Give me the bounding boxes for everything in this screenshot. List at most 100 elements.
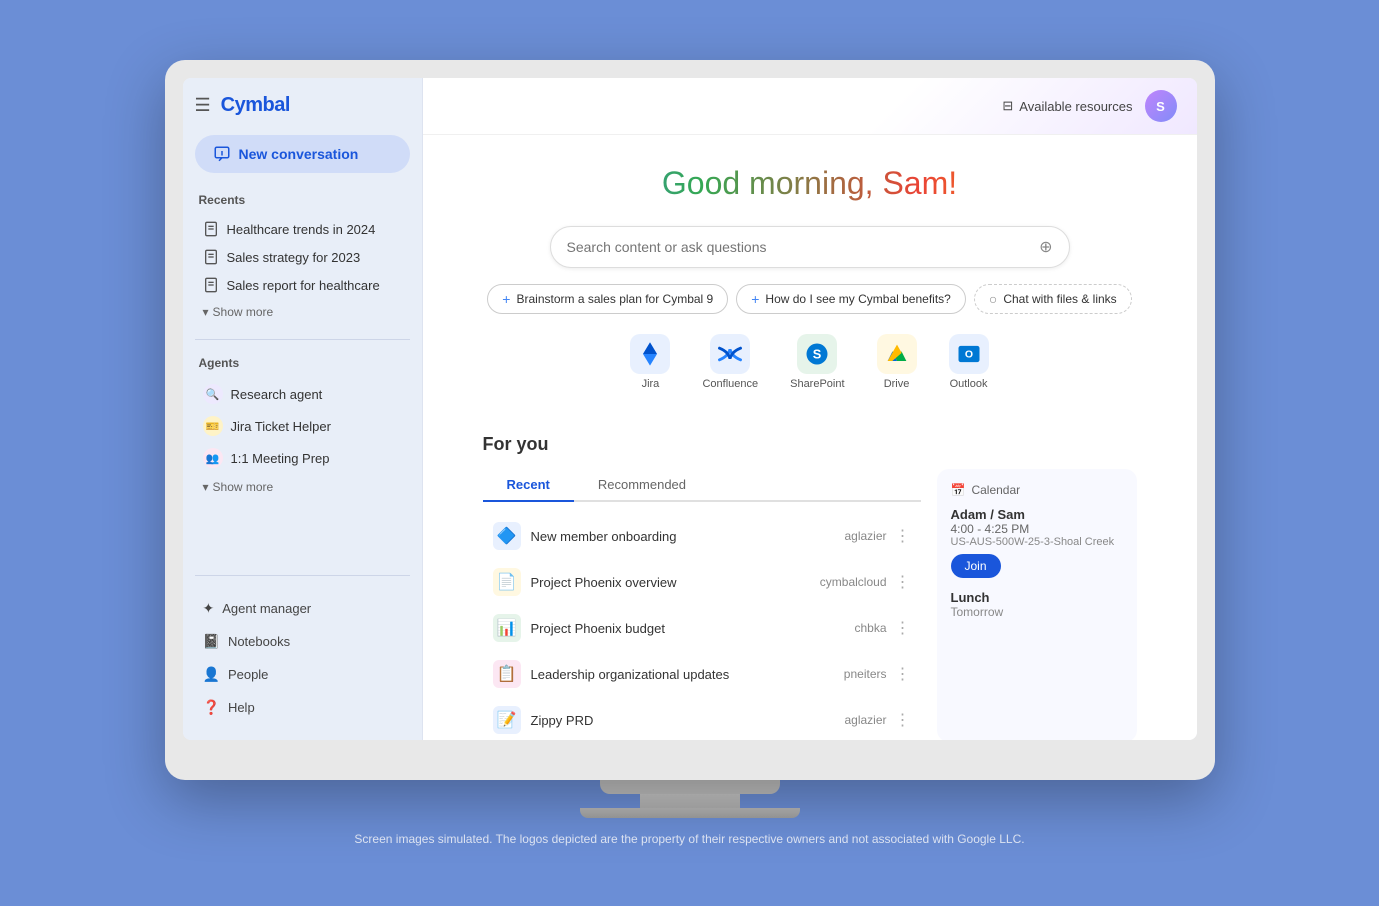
chip-2[interactable]: ○ Chat with files & links — [974, 284, 1132, 314]
for-you-section: For you Recent Recommended 🔷 — [423, 434, 1197, 740]
agent-label-2: 1:1 Meeting Prep — [231, 451, 330, 466]
doc-icon — [203, 221, 219, 237]
sidebar-item-recent-1[interactable]: Sales strategy for 2023 — [195, 243, 410, 271]
calendar-event-2: Lunch Tomorrow — [951, 590, 1123, 619]
file-more-3[interactable]: ⋮ — [895, 664, 911, 684]
file-name-4: Zippy PRD — [531, 713, 845, 728]
outlook-icon: O — [955, 340, 983, 368]
laptop-notch — [600, 780, 780, 794]
help-label: Help — [228, 700, 255, 715]
tab-recent[interactable]: Recent — [483, 469, 574, 502]
sidebar-item-agent-2[interactable]: 👥 1:1 Meeting Prep — [195, 442, 410, 474]
agent-label-1: Jira Ticket Helper — [231, 419, 331, 434]
for-you-layout: Recent Recommended 🔷 New member onboardi… — [483, 469, 1137, 740]
chip-1[interactable]: + How do I see my Cymbal benefits? — [736, 284, 966, 314]
app-jira[interactable]: Jira — [630, 334, 670, 390]
file-name-1: Project Phoenix overview — [531, 575, 820, 590]
sidebar-item-agent-0[interactable]: 🔍 Research agent — [195, 378, 410, 410]
cal-event-loc-1: US-AUS-500W-25-3-Shoal Creek — [951, 536, 1123, 548]
sidebar-item-recent-0[interactable]: Healthcare trends in 2024 — [195, 215, 410, 243]
file-item-2[interactable]: 📊 Project Phoenix budget chbka ⋮ — [483, 606, 921, 650]
file-more-2[interactable]: ⋮ — [895, 618, 911, 638]
search-bar: ⊕ — [550, 226, 1070, 268]
agent-manager-icon: ✦ — [203, 600, 215, 617]
file-item-1[interactable]: 📄 Project Phoenix overview cymbalcloud ⋮ — [483, 560, 921, 604]
sidebar-item-agent-1[interactable]: 🎫 Jira Ticket Helper — [195, 410, 410, 442]
tab-recommended[interactable]: Recommended — [574, 469, 710, 502]
hamburger-icon[interactable]: ☰ — [195, 95, 211, 116]
sidebar-item-recent-2[interactable]: Sales report for healthcare — [195, 271, 410, 299]
sidebar-item-notebooks[interactable]: 📓 Notebooks — [195, 625, 410, 658]
calendar-label: Calendar — [971, 483, 1020, 497]
people-label: People — [228, 667, 268, 682]
calendar-header: 📅 Calendar — [951, 483, 1123, 497]
file-user-2: chbka — [854, 621, 886, 635]
agent-label-0: Research agent — [231, 387, 323, 402]
jira-icon — [636, 340, 664, 368]
new-conversation-label: New conversation — [239, 146, 359, 162]
chip-label-1: How do I see my Cymbal benefits? — [765, 292, 950, 306]
file-more-1[interactable]: ⋮ — [895, 572, 911, 592]
tabs: Recent Recommended — [483, 469, 921, 502]
chip-icon-2: ○ — [989, 291, 997, 307]
app-label-sharepoint: SharePoint — [790, 378, 844, 390]
sidebar-item-people[interactable]: 👤 People — [195, 658, 410, 691]
chip-0[interactable]: + Brainstorm a sales plan for Cymbal 9 — [487, 284, 728, 314]
recent-item-label: Healthcare trends in 2024 — [227, 222, 376, 237]
people-icon: 👤 — [203, 666, 220, 683]
file-user-1: cymbalcloud — [820, 575, 887, 589]
doc-icon — [203, 249, 219, 265]
app-label-jira: Jira — [642, 378, 660, 390]
file-icon-0: 🔷 — [493, 522, 521, 550]
app-drive[interactable]: Drive — [877, 334, 917, 390]
resources-label: Available resources — [1019, 99, 1132, 114]
sidebar-item-help[interactable]: ❓ Help — [195, 691, 410, 724]
sidebar-bottom-divider — [195, 575, 410, 576]
search-add-icon[interactable]: ⊕ — [1039, 237, 1052, 257]
svg-text:S: S — [813, 347, 822, 362]
agent-icon-2: 👥 — [203, 448, 223, 468]
notebooks-icon: 📓 — [203, 633, 220, 650]
stand-neck — [640, 794, 740, 808]
app-sharepoint[interactable]: S SharePoint — [790, 334, 844, 390]
file-more-4[interactable]: ⋮ — [895, 710, 911, 730]
calendar-event-1: Adam / Sam 4:00 - 4:25 PM US-AUS-500W-25… — [951, 507, 1123, 578]
new-conversation-icon — [213, 145, 231, 163]
avatar[interactable]: S — [1145, 90, 1177, 122]
app-label-drive: Drive — [884, 378, 910, 390]
file-item-3[interactable]: 📋 Leadership organizational updates pnei… — [483, 652, 921, 696]
chip-label-0: Brainstorm a sales plan for Cymbal 9 — [516, 292, 713, 306]
sidebar-item-agent-manager[interactable]: ✦ Agent manager — [195, 592, 410, 625]
file-item-4[interactable]: 📝 Zippy PRD aglazier ⋮ — [483, 698, 921, 740]
app-outlook[interactable]: O Outlook — [949, 334, 989, 390]
calendar-icon: 📅 — [951, 483, 966, 497]
search-input[interactable] — [567, 239, 1040, 255]
calendar-card: 📅 Calendar Adam / Sam 4:00 - 4:25 PM US-… — [937, 469, 1137, 740]
chip-icon-0: + — [502, 291, 510, 307]
chip-icon-1: + — [751, 291, 759, 307]
sharepoint-icon: S — [803, 340, 831, 368]
suggestion-chips: + Brainstorm a sales plan for Cymbal 9 +… — [483, 284, 1137, 314]
stand-foot — [580, 808, 800, 818]
notebooks-label: Notebooks — [228, 634, 290, 649]
file-more-0[interactable]: ⋮ — [895, 526, 911, 546]
file-name-2: Project Phoenix budget — [531, 621, 855, 636]
app-label-outlook: Outlook — [950, 378, 988, 390]
app-label-confluence: Confluence — [702, 378, 758, 390]
app-confluence[interactable]: Confluence — [702, 334, 758, 390]
resources-button[interactable]: ⊟ Available resources — [1002, 98, 1132, 114]
drive-icon — [883, 340, 911, 368]
app-icons: Jira Confluence — [483, 334, 1137, 390]
file-user-3: pneiters — [844, 667, 887, 681]
join-button[interactable]: Join — [951, 554, 1001, 578]
show-more-agents[interactable]: ▾ Show more — [195, 476, 410, 498]
chip-label-2: Chat with files & links — [1003, 292, 1116, 306]
show-more-recents[interactable]: ▾ Show more — [195, 301, 410, 323]
file-item-0[interactable]: 🔷 New member onboarding aglazier ⋮ — [483, 514, 921, 558]
file-icon-2: 📊 — [493, 614, 521, 642]
recent-item-label: Sales report for healthcare — [227, 278, 380, 293]
recent-item-label: Sales strategy for 2023 — [227, 250, 361, 265]
new-conversation-button[interactable]: New conversation — [195, 135, 410, 173]
agent-icon-1: 🎫 — [203, 416, 223, 436]
for-you-title: For you — [483, 434, 1137, 455]
